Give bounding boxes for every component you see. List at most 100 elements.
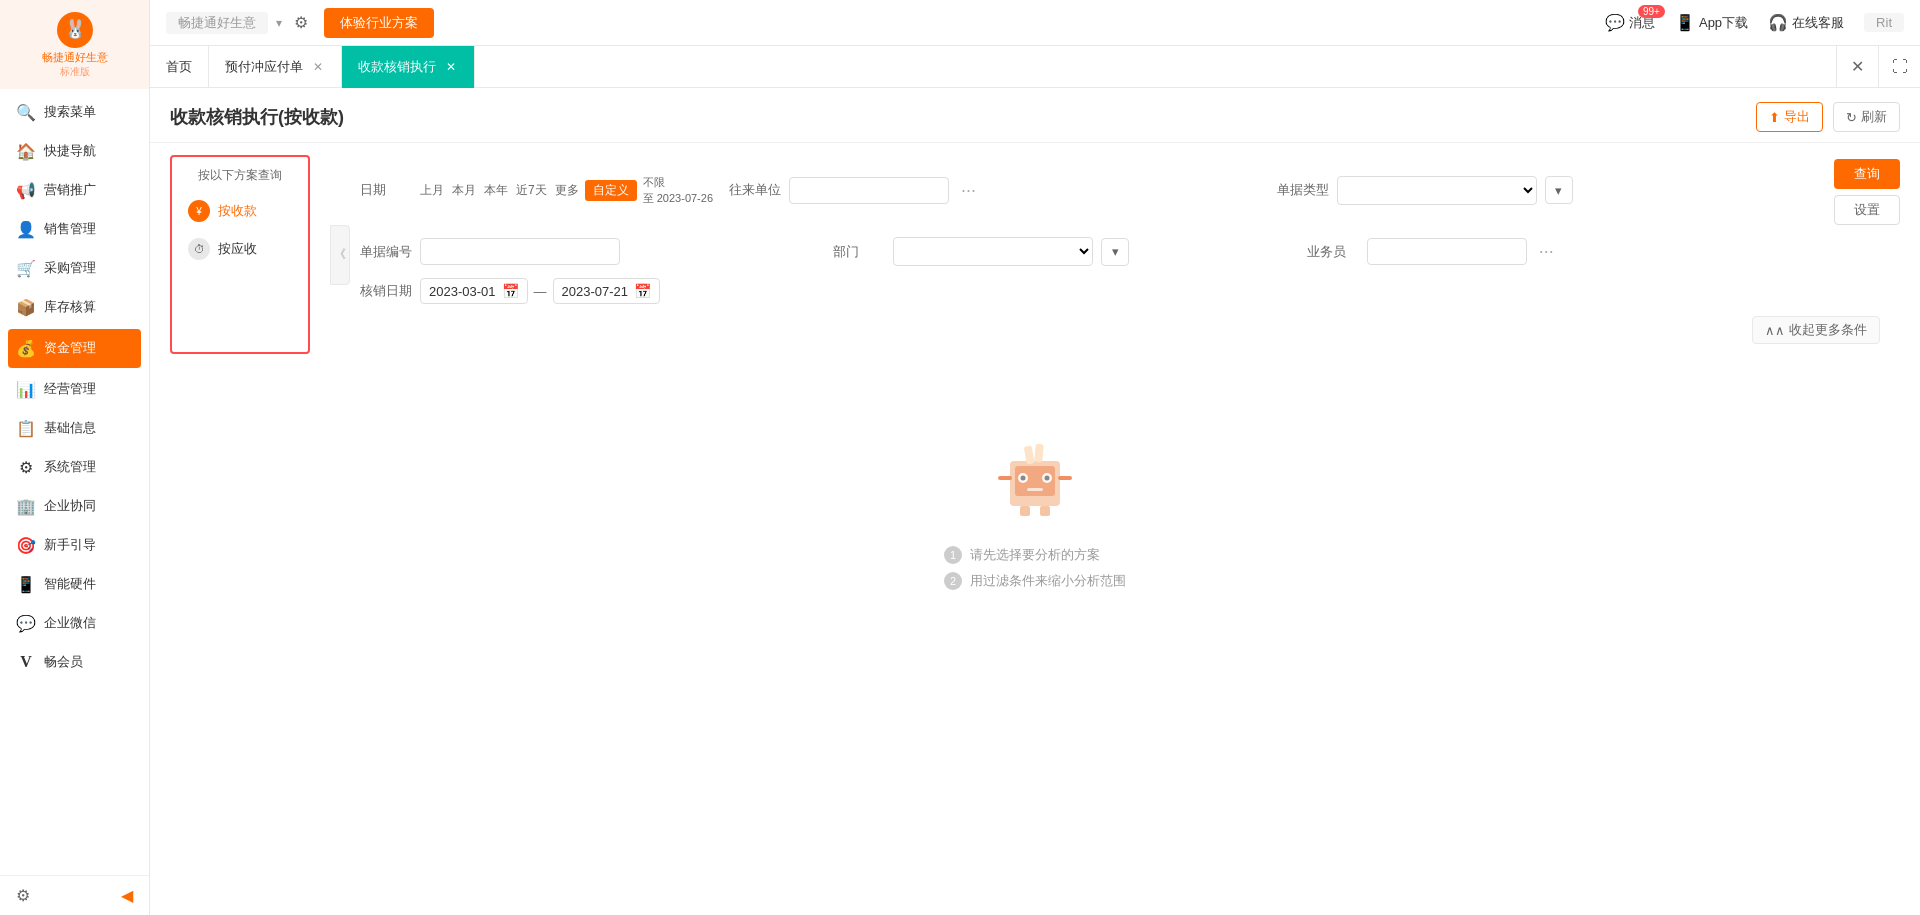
topbar: 畅捷通好生意 ▾ ⚙ 体验行业方案 💬 消息 99+ 📱 App下载 🎧 在线客… bbox=[150, 0, 1920, 46]
partner-input[interactable] bbox=[789, 177, 949, 204]
msg-badge: 99+ bbox=[1638, 5, 1665, 18]
date-shortcut-more[interactable]: 更多 bbox=[553, 181, 581, 200]
filter-dept-field: 部门 ▾ bbox=[833, 237, 1290, 266]
setting-btn[interactable]: 设置 bbox=[1834, 195, 1900, 225]
verify-date-end-cal-icon: 📅 bbox=[634, 283, 651, 299]
sidebar-item-enterprise[interactable]: 🏢 企业协同 bbox=[0, 487, 149, 526]
verify-date-end-input[interactable]: 2023-07-21 📅 bbox=[553, 278, 661, 304]
empty-tip-2: 2 用过滤条件来缩小分析范围 bbox=[944, 572, 1126, 590]
filter-row-2: 单据编号 部门 ▾ 业务员 · bbox=[360, 237, 1900, 266]
by-receivable-icon: ⏱ bbox=[188, 238, 210, 260]
sidebar-item-quick-nav[interactable]: 🏠 快捷导航 bbox=[0, 132, 149, 171]
date-shortcut-this-year[interactable]: 本年 bbox=[482, 181, 510, 200]
sidebar-item-finance[interactable]: 💰 资金管理 bbox=[8, 329, 141, 368]
topbar-msg[interactable]: 💬 消息 99+ bbox=[1605, 13, 1655, 32]
finance-icon: 💰 bbox=[16, 339, 36, 358]
svg-rect-16 bbox=[1034, 444, 1044, 463]
sales-icon: 👤 bbox=[16, 220, 36, 239]
filter-sidebar: 按以下方案查询 ¥ 按收款 ⏱ bbox=[170, 155, 310, 354]
smart-hw-icon: 📱 bbox=[16, 575, 36, 594]
sidebar-settings-icon[interactable]: ⚙ bbox=[16, 886, 30, 905]
sidebar-item-marketing[interactable]: 📢 营销推广 bbox=[0, 171, 149, 210]
staff-more-btn[interactable]: ··· bbox=[1535, 241, 1558, 262]
sidebar-item-sales[interactable]: 👤 销售管理 bbox=[0, 210, 149, 249]
topbar-service[interactable]: 🎧 在线客服 bbox=[1768, 13, 1844, 32]
verify-date-label: 核销日期 bbox=[360, 282, 412, 300]
refresh-btn[interactable]: ↻ 刷新 bbox=[1833, 102, 1900, 132]
search-icon: 🔍 bbox=[16, 103, 36, 122]
filter-row-3: 核销日期 2023-03-01 📅 — 2023-07-21 📅 bbox=[360, 278, 1900, 304]
topbar-dropdown-arrow[interactable]: ▾ bbox=[276, 16, 282, 30]
sidebar-menu: 🔍 搜索菜单 🏠 快捷导航 📢 营销推广 👤 销售管理 🛒 采购管理 📦 库存核… bbox=[0, 89, 149, 875]
filter-option-by-receivable[interactable]: ⏱ 按应收 bbox=[172, 230, 308, 268]
filter-verify-date-field: 核销日期 2023-03-01 📅 — 2023-07-21 📅 bbox=[360, 278, 660, 304]
tab-home[interactable]: 首页 bbox=[150, 46, 209, 88]
filter-partner-field: 往来单位 ··· bbox=[729, 177, 1261, 204]
doctype-chevron[interactable]: ▾ bbox=[1545, 176, 1573, 204]
topbar-brand-text: 畅捷通好生意 bbox=[166, 12, 268, 34]
topbar-user-text[interactable]: Rit bbox=[1864, 13, 1904, 32]
empty-tip-1: 1 请先选择要分析的方案 bbox=[944, 546, 1126, 564]
filter-option-by-receipt[interactable]: ¥ 按收款 bbox=[172, 192, 308, 230]
purchase-icon: 🛒 bbox=[16, 259, 36, 278]
newbie-icon: 🎯 bbox=[16, 536, 36, 555]
collapse-more-row: ∧∧ 收起更多条件 bbox=[360, 316, 1900, 354]
doctype-label: 单据类型 bbox=[1277, 181, 1329, 199]
doctype-select[interactable] bbox=[1337, 176, 1537, 205]
svg-text:🐰: 🐰 bbox=[64, 18, 87, 40]
filter-doctype-field: 单据类型 ▾ bbox=[1277, 176, 1809, 205]
svg-point-8 bbox=[1021, 476, 1026, 481]
sidebar-item-purchase[interactable]: 🛒 采购管理 bbox=[0, 249, 149, 288]
verify-date-range: 2023-03-01 📅 — 2023-07-21 📅 bbox=[420, 278, 660, 304]
sidebar-collapse-icon[interactable]: ◀ bbox=[121, 886, 133, 905]
sidebar-item-member[interactable]: V 畅会员 bbox=[0, 643, 149, 681]
sidebar-item-newbie[interactable]: 🎯 新手引导 bbox=[0, 526, 149, 565]
app-icon: 📱 bbox=[1675, 13, 1695, 32]
tab-expand-btn[interactable]: ⛶ bbox=[1878, 46, 1920, 88]
filter-panel: 按以下方案查询 ¥ 按收款 ⏱ bbox=[150, 143, 1920, 366]
sidebar-item-wechat[interactable]: 💬 企业微信 bbox=[0, 604, 149, 643]
staff-input[interactable] bbox=[1367, 238, 1527, 265]
partner-more-btn[interactable]: ··· bbox=[957, 180, 980, 201]
topbar-brand: 畅捷通好生意 ▾ bbox=[166, 12, 282, 34]
svg-rect-13 bbox=[1020, 506, 1030, 516]
date-shortcut-7days[interactable]: 近7天 bbox=[514, 181, 549, 200]
filter-collapse-sidebar-btn[interactable]: 《 bbox=[330, 225, 350, 285]
dept-select[interactable] bbox=[893, 237, 1093, 266]
date-shortcut-this-month[interactable]: 本月 bbox=[450, 181, 478, 200]
page-actions: ⬆ 导出 ↻ 刷新 bbox=[1756, 102, 1900, 132]
sidebar-item-inventory[interactable]: 📦 库存核算 bbox=[0, 288, 149, 327]
sidebar-item-smart-hw[interactable]: 📱 智能硬件 bbox=[0, 565, 149, 604]
dept-chevron[interactable]: ▾ bbox=[1101, 238, 1129, 266]
empty-tips: 1 请先选择要分析的方案 2 用过滤条件来缩小分析范围 bbox=[944, 546, 1126, 590]
page-title: 收款核销执行(按收款) bbox=[170, 105, 344, 129]
tab-prepay-close[interactable]: ✕ bbox=[311, 58, 325, 76]
sidebar: 🐰 畅捷通好生意 标准版 🔍 搜索菜单 🏠 快捷导航 📢 营销推广 👤 销售管理… bbox=[0, 0, 150, 915]
sidebar-item-biz-mgmt[interactable]: 📊 经营管理 bbox=[0, 370, 149, 409]
tab-receipts[interactable]: 收款核销执行 ✕ bbox=[342, 46, 475, 88]
collapse-more-btn[interactable]: ∧∧ 收起更多条件 bbox=[1752, 316, 1880, 344]
date-label: 日期 bbox=[360, 181, 412, 199]
verify-date-start-input[interactable]: 2023-03-01 📅 bbox=[420, 278, 528, 304]
empty-state: 1 请先选择要分析的方案 2 用过滤条件来缩小分析范围 bbox=[150, 366, 1920, 630]
sidebar-item-search[interactable]: 🔍 搜索菜单 bbox=[0, 93, 149, 132]
date-to: 至 2023-07-26 bbox=[643, 190, 713, 207]
sidebar-item-sys-mgmt[interactable]: ⚙ 系统管理 bbox=[0, 448, 149, 487]
date-shortcut-custom[interactable]: 自定义 bbox=[585, 180, 637, 201]
partner-label: 往来单位 bbox=[729, 181, 781, 199]
topbar-gear-icon[interactable]: ⚙ bbox=[294, 13, 308, 32]
verify-date-end-text: 2023-07-21 bbox=[562, 284, 629, 299]
sidebar-item-basic-info[interactable]: 📋 基础信息 bbox=[0, 409, 149, 448]
by-receipt-icon: ¥ bbox=[188, 200, 210, 222]
topbar-solution-btn[interactable]: 体验行业方案 bbox=[324, 8, 434, 38]
export-btn[interactable]: ⬆ 导出 bbox=[1756, 102, 1823, 132]
topbar-app-download[interactable]: 📱 App下载 bbox=[1675, 13, 1748, 32]
query-btn[interactable]: 查询 bbox=[1834, 159, 1900, 189]
tab-close-btn[interactable]: ✕ bbox=[1836, 46, 1878, 88]
date-shortcut-last-month[interactable]: 上月 bbox=[418, 181, 446, 200]
svg-rect-10 bbox=[1027, 488, 1043, 491]
docno-input[interactable] bbox=[420, 238, 620, 265]
tab-receipts-close[interactable]: ✕ bbox=[444, 58, 458, 76]
sidebar-logo[interactable]: 🐰 畅捷通好生意 标准版 bbox=[0, 0, 149, 89]
tab-prepay[interactable]: 预付冲应付单 ✕ bbox=[209, 46, 342, 88]
